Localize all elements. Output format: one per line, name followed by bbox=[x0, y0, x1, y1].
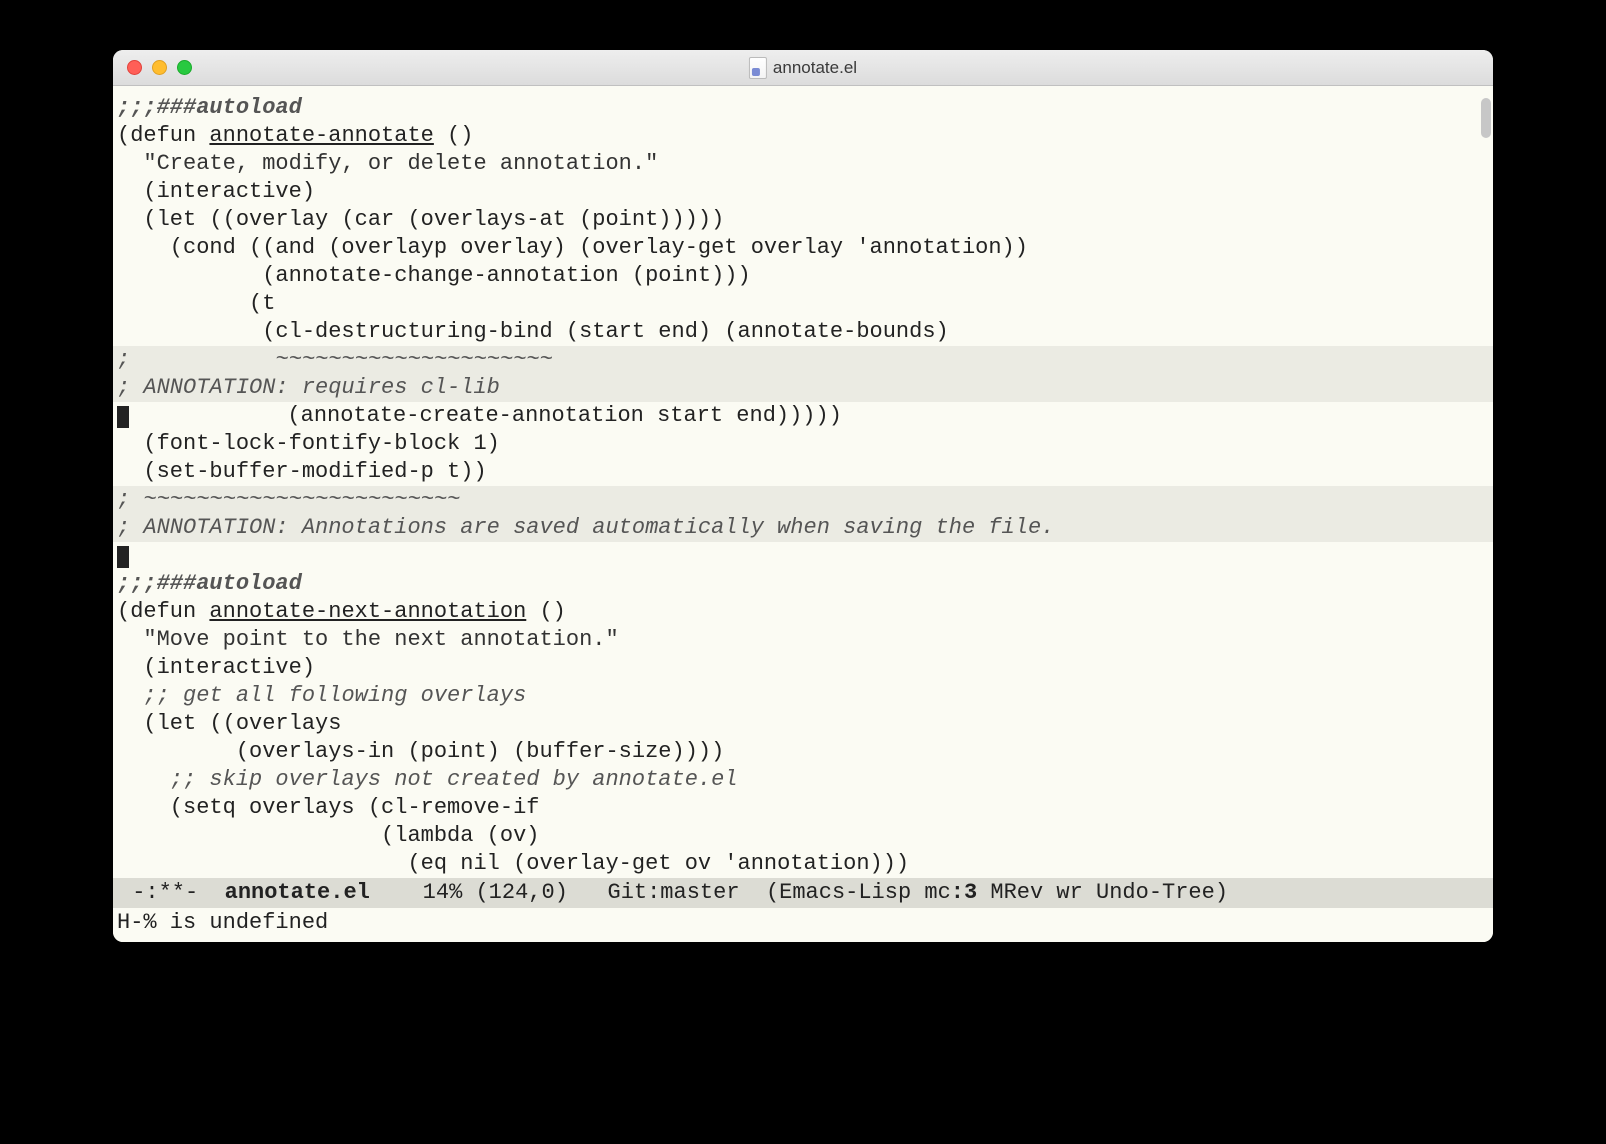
code-line[interactable]: (set-buffer-modified-p t)) bbox=[113, 458, 1493, 486]
code-segment: annotate-next-annotation bbox=[209, 599, 526, 624]
code-segment bbox=[117, 767, 170, 792]
code-line[interactable]: (annotate-change-annotation (point))) bbox=[113, 262, 1493, 290]
modeline-mc-sep: : bbox=[951, 880, 964, 905]
scrollbar-thumb[interactable] bbox=[1481, 98, 1491, 138]
code-line[interactable]: (overlays-in (point) (buffer-size)))) bbox=[113, 738, 1493, 766]
modeline[interactable]: -:**- annotate.el 14% (124,0) Git:master… bbox=[113, 878, 1493, 908]
code-segment: ; ~~~~~~~~~~~~~~~~~~~~~ bbox=[117, 347, 553, 372]
code-line[interactable]: ;;;###autoload bbox=[113, 94, 1493, 122]
code-segment: ; ~~~~~~~~~~~~~~~~~~~~~~~~ bbox=[117, 487, 460, 512]
traffic-lights bbox=[113, 60, 192, 75]
code-segment: (set-buffer-modified-p t)) bbox=[117, 459, 487, 484]
code-segment: (setq overlays (cl-remove-if bbox=[117, 795, 539, 820]
code-line[interactable]: (interactive) bbox=[113, 178, 1493, 206]
titlebar[interactable]: annotate.el bbox=[113, 50, 1493, 86]
code-segment: (defun bbox=[117, 599, 209, 624]
code-segment: ; ANNOTATION: requires cl-lib bbox=[117, 375, 500, 400]
window-title: annotate.el bbox=[773, 58, 857, 78]
code-segment: ;;;### bbox=[117, 95, 196, 120]
code-segment: "Move point to the next annotation." bbox=[117, 627, 619, 652]
code-segment: (cond ((and (overlayp overlay) (overlay-… bbox=[117, 235, 1028, 260]
code-segment: (let ((overlays bbox=[117, 711, 341, 736]
code-segment: "Create, modify, or delete annotation." bbox=[117, 151, 658, 176]
code-line[interactable]: (setq overlays (cl-remove-if bbox=[113, 794, 1493, 822]
code-segment: ;; skip overlays not created by annotate… bbox=[170, 767, 738, 792]
code-segment: (interactive) bbox=[117, 179, 315, 204]
modeline-buffer-name: annotate.el bbox=[225, 880, 370, 905]
code-line[interactable]: (let ((overlay (car (overlays-at (point)… bbox=[113, 206, 1493, 234]
modeline-modes-post: MRev wr Undo-Tree) bbox=[977, 880, 1228, 905]
modeline-mc-count: 3 bbox=[964, 880, 977, 905]
code-line[interactable]: (cond ((and (overlayp overlay) (overlay-… bbox=[113, 234, 1493, 262]
code-segment: (interactive) bbox=[117, 655, 315, 680]
code-segment: autoload bbox=[196, 571, 302, 596]
code-segment: () bbox=[526, 599, 566, 624]
code-segment: autoload bbox=[196, 95, 302, 120]
code-segment: (cl-destructuring-bind (start end) (anno… bbox=[117, 319, 949, 344]
minimize-button[interactable] bbox=[152, 60, 167, 75]
maximize-button[interactable] bbox=[177, 60, 192, 75]
code-segment: annotate-annotate bbox=[209, 123, 433, 148]
code-line[interactable]: (t bbox=[113, 290, 1493, 318]
code-segment: ;; get all following overlays bbox=[143, 683, 526, 708]
code-line[interactable]: ; ANNOTATION: requires cl-lib bbox=[113, 374, 1493, 402]
code-segment: (font-lock-fontify-block 1) bbox=[117, 431, 500, 456]
modeline-vc: Git:master bbox=[608, 880, 766, 905]
code-line[interactable]: (annotate-create-annotation start end)))… bbox=[113, 402, 1493, 430]
code-line[interactable]: ; ~~~~~~~~~~~~~~~~~~~~~~~~ bbox=[113, 486, 1493, 514]
code-line[interactable]: (lambda (ov) bbox=[113, 822, 1493, 850]
code-segment: () bbox=[434, 123, 474, 148]
code-line[interactable]: (interactive) bbox=[113, 654, 1493, 682]
modeline-modes-pre: (Emacs-Lisp mc bbox=[766, 880, 951, 905]
minibuffer[interactable]: H-% is undefined bbox=[113, 908, 1493, 942]
code-segment: (defun bbox=[117, 123, 209, 148]
emacs-window: annotate.el ;;;###autoload(defun annotat… bbox=[113, 50, 1493, 942]
code-segment: (eq nil (overlay-get ov 'annotation))) bbox=[117, 851, 909, 876]
code-line[interactable]: ; ~~~~~~~~~~~~~~~~~~~~~ bbox=[113, 346, 1493, 374]
code-segment: ; ANNOTATION: Annotations are saved auto… bbox=[117, 515, 1054, 540]
code-line[interactable]: ;;;###autoload bbox=[113, 570, 1493, 598]
file-icon bbox=[749, 57, 767, 79]
code-line[interactable]: "Move point to the next annotation." bbox=[113, 626, 1493, 654]
code-line[interactable]: (defun annotate-annotate () bbox=[113, 122, 1493, 150]
code-segment: (let ((overlay (car (overlays-at (point)… bbox=[117, 207, 724, 232]
cursor bbox=[117, 546, 129, 568]
code-line[interactable]: (eq nil (overlay-get ov 'annotation))) bbox=[113, 850, 1493, 878]
code-line[interactable] bbox=[113, 542, 1493, 570]
code-line[interactable]: (defun annotate-next-annotation () bbox=[113, 598, 1493, 626]
code-line[interactable]: "Create, modify, or delete annotation." bbox=[113, 150, 1493, 178]
close-button[interactable] bbox=[127, 60, 142, 75]
code-segment: (lambda (ov) bbox=[117, 823, 539, 848]
cursor bbox=[117, 406, 129, 428]
code-segment: (overlays-in (point) (buffer-size)))) bbox=[117, 739, 724, 764]
code-line[interactable]: ;; skip overlays not created by annotate… bbox=[113, 766, 1493, 794]
code-line[interactable]: ;; get all following overlays bbox=[113, 682, 1493, 710]
code-segment: (annotate-change-annotation (point))) bbox=[117, 263, 751, 288]
code-segment: (t bbox=[117, 291, 275, 316]
code-segment: ;;;### bbox=[117, 571, 196, 596]
modeline-status: -:**- bbox=[119, 880, 225, 905]
code-line[interactable]: (font-lock-fontify-block 1) bbox=[113, 430, 1493, 458]
code-segment bbox=[117, 683, 143, 708]
code-line[interactable]: ; ANNOTATION: Annotations are saved auto… bbox=[113, 514, 1493, 542]
editor-buffer[interactable]: ;;;###autoload(defun annotate-annotate (… bbox=[113, 86, 1493, 878]
titlebar-title: annotate.el bbox=[749, 57, 857, 79]
code-segment: (annotate-create-annotation start end)))… bbox=[129, 403, 842, 428]
code-line[interactable]: (let ((overlays bbox=[113, 710, 1493, 738]
code-line[interactable]: (cl-destructuring-bind (start end) (anno… bbox=[113, 318, 1493, 346]
modeline-position: 14% (124,0) bbox=[370, 880, 608, 905]
